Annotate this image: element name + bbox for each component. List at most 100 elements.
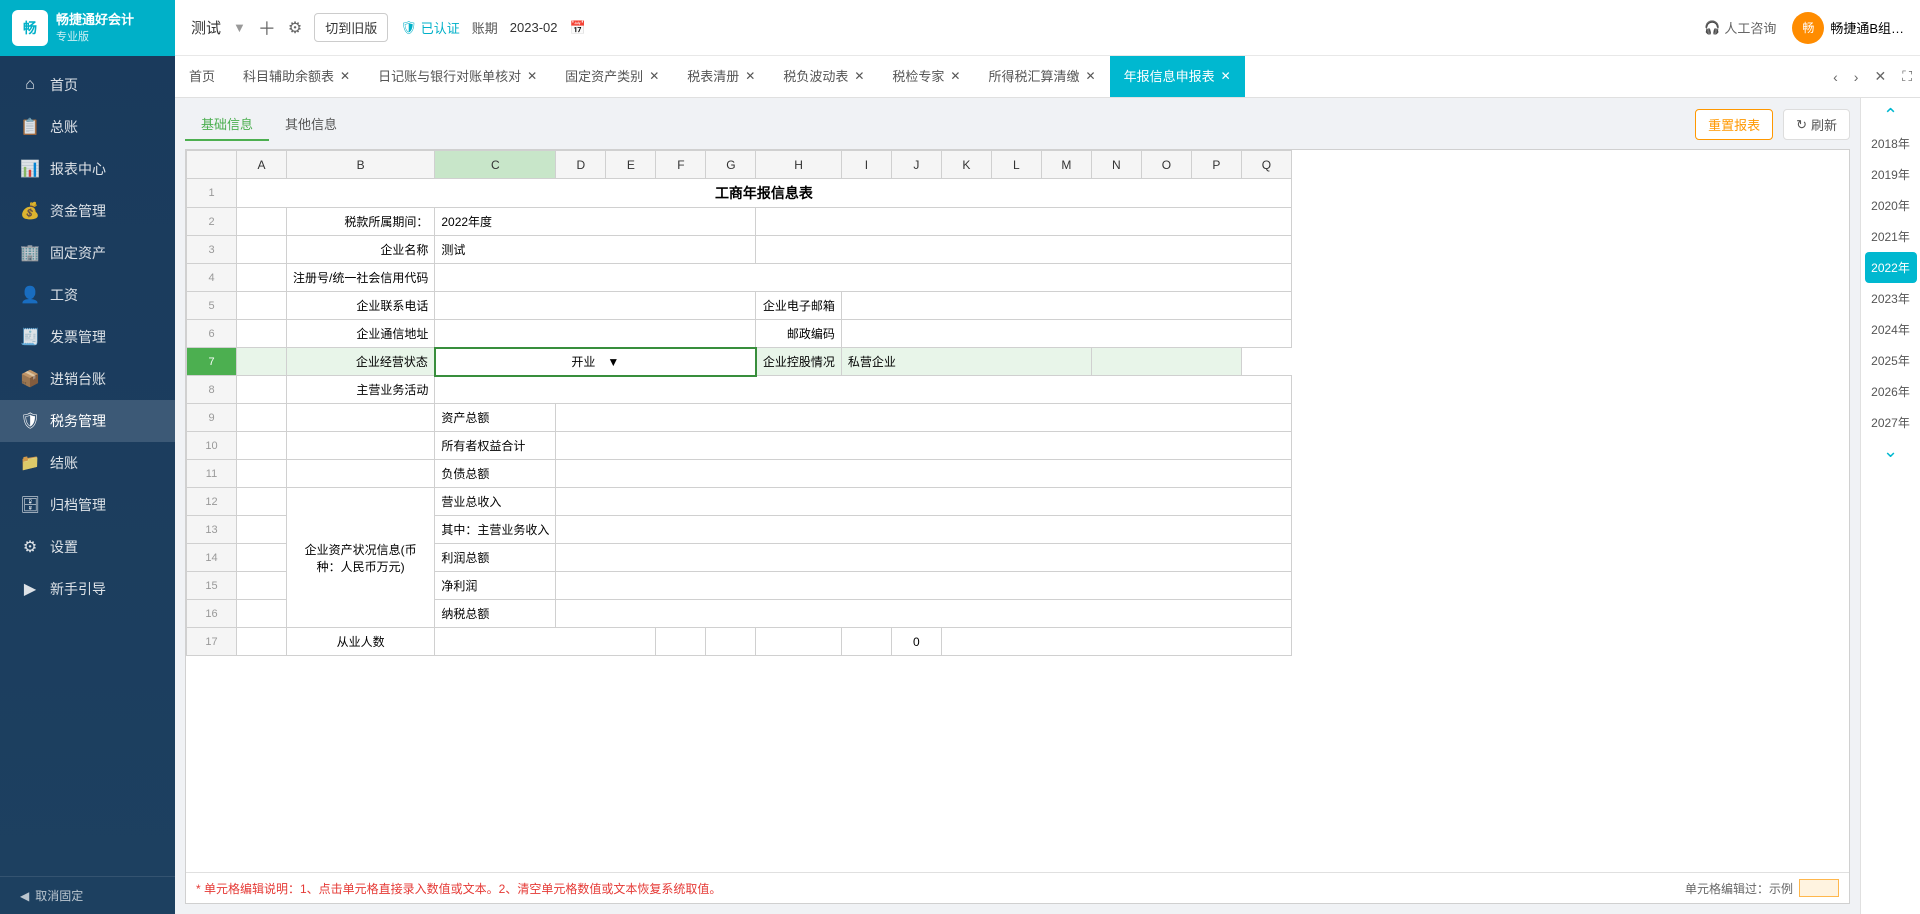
cell[interactable] <box>237 320 287 348</box>
cell-business-status[interactable]: 开业 ▼ <box>435 348 756 376</box>
calendar-icon[interactable]: 📅 <box>570 20 586 36</box>
cell[interactable]: 0 <box>891 628 941 656</box>
cell[interactable] <box>237 292 287 320</box>
cell[interactable] <box>756 236 1292 264</box>
tab-journal[interactable]: 日记账与银行对账单核对✕ <box>364 56 551 97</box>
cell[interactable] <box>237 348 287 376</box>
cell[interactable]: 所有者权益合计 <box>435 432 556 460</box>
tab-close-tax_wave[interactable]: ✕ <box>854 69 864 83</box>
cell[interactable]: 税款所属期间： <box>287 208 435 236</box>
year-item-2025[interactable]: 2025年 <box>1865 345 1917 376</box>
cell[interactable]: 净利润 <box>435 572 556 600</box>
cell[interactable]: 企业通信地址 <box>287 320 435 348</box>
cell[interactable] <box>237 432 287 460</box>
cell[interactable] <box>237 376 287 404</box>
sidebar-item-ledger[interactable]: 📋总账 <box>0 106 175 148</box>
year-item-2020[interactable]: 2020年 <box>1865 190 1917 221</box>
tab-close-journal[interactable]: ✕ <box>527 69 537 83</box>
year-item-2018[interactable]: 2018年 <box>1865 128 1917 159</box>
cell[interactable] <box>237 628 287 656</box>
sidebar-item-archive[interactable]: 🗄归档管理 <box>0 484 175 526</box>
cell[interactable]: 邮政编码 <box>756 320 842 348</box>
cell[interactable]: 营业总收入 <box>435 488 556 516</box>
tab-close-fixed_asset[interactable]: ✕ <box>649 69 659 83</box>
cell[interactable]: 从业人数 <box>287 628 435 656</box>
cell[interactable] <box>435 292 756 320</box>
sidebar-item-stock[interactable]: 📦进销台账 <box>0 358 175 400</box>
cell[interactable]: 测试 <box>435 236 756 264</box>
sidebar-item-tax[interactable]: 🛡税务管理 <box>0 400 175 442</box>
cell[interactable] <box>435 628 656 656</box>
cell[interactable] <box>941 628 1291 656</box>
tab-close-tax_form[interactable]: ✕ <box>745 69 755 83</box>
cell[interactable] <box>287 404 435 432</box>
consult-button[interactable]: 🎧 人工咨询 <box>1704 18 1776 37</box>
cell[interactable] <box>556 600 1292 628</box>
cell[interactable] <box>556 544 1292 572</box>
sidebar-item-home[interactable]: ⌂首页 <box>0 64 175 106</box>
cell[interactable] <box>237 544 287 572</box>
tab-close-aux_balance[interactable]: ✕ <box>340 69 350 83</box>
cell-title[interactable]: 工商年报信息表 <box>237 179 1292 208</box>
refresh-button[interactable]: ↻ 刷新 <box>1783 109 1850 140</box>
tab-fixed_asset[interactable]: 固定资产类别✕ <box>551 56 673 97</box>
tab-close-annual_report[interactable]: ✕ <box>1221 69 1231 83</box>
sidebar-item-report[interactable]: 📊报表中心 <box>0 148 175 190</box>
sidebar-item-guide[interactable]: ▶新手引导 <box>0 568 175 610</box>
cell[interactable] <box>237 488 287 516</box>
sidebar-item-asset[interactable]: 🏢固定资产 <box>0 232 175 274</box>
cell[interactable] <box>237 516 287 544</box>
year-item-2022[interactable]: 2022年 <box>1865 252 1917 283</box>
sheet-tab-basic[interactable]: 基础信息 <box>185 108 269 141</box>
year-item-2021[interactable]: 2021年 <box>1865 221 1917 252</box>
cell[interactable]: 企业名称 <box>287 236 435 264</box>
cell[interactable]: 资产总额 <box>435 404 556 432</box>
cell[interactable] <box>435 264 1292 292</box>
cell[interactable] <box>841 628 891 656</box>
sidebar-collapse-button[interactable]: ◀ 取消固定 <box>0 876 175 914</box>
tab-prev-button[interactable]: ‹ <box>1825 61 1846 93</box>
sheet-scroll-area[interactable]: ABCDEFGHIJKLMNOPQ 1工商年报信息表2税款所属期间：2022年度… <box>186 150 1849 872</box>
cell[interactable] <box>1091 348 1241 376</box>
settings-icon[interactable]: ⚙ <box>288 18 302 38</box>
cell[interactable] <box>237 460 287 488</box>
tab-tax_expert[interactable]: 税检专家✕ <box>878 56 974 97</box>
cell[interactable] <box>435 376 1292 404</box>
year-item-2023[interactable]: 2023年 <box>1865 283 1917 314</box>
year-scroll-down-button[interactable]: ⌄ <box>1879 438 1902 464</box>
cell[interactable] <box>706 628 756 656</box>
sheet-tab-other[interactable]: 其他信息 <box>269 108 353 141</box>
cell[interactable]: 纳税总额 <box>435 600 556 628</box>
cell[interactable] <box>287 432 435 460</box>
cell[interactable] <box>237 572 287 600</box>
cell[interactable] <box>556 432 1292 460</box>
cell[interactable]: 企业经营状态 <box>287 348 435 376</box>
cell[interactable] <box>756 208 1292 236</box>
sidebar-item-invoice[interactable]: 🧾发票管理 <box>0 316 175 358</box>
dropdown-arrow-icon[interactable]: ▼ <box>233 20 246 35</box>
tab-close-income_tax[interactable]: ✕ <box>1086 69 1096 83</box>
year-item-2024[interactable]: 2024年 <box>1865 314 1917 345</box>
cell[interactable] <box>656 628 706 656</box>
user-menu[interactable]: 畅 畅捷通B组… <box>1792 12 1904 44</box>
year-item-2027[interactable]: 2027年 <box>1865 407 1917 438</box>
cell[interactable]: 负债总额 <box>435 460 556 488</box>
add-tab-button[interactable]: ＋ <box>258 15 276 41</box>
cell[interactable]: 企业电子邮箱 <box>756 292 842 320</box>
sidebar-item-settings[interactable]: ⚙设置 <box>0 526 175 568</box>
cell[interactable] <box>237 264 287 292</box>
tab-aux_balance[interactable]: 科目辅助余额表✕ <box>229 56 364 97</box>
cell[interactable] <box>556 572 1292 600</box>
cell[interactable]: 企业控股情况 <box>756 348 842 376</box>
tab-tax_wave[interactable]: 税负波动表✕ <box>769 56 878 97</box>
cell[interactable] <box>556 460 1292 488</box>
tab-expand-button[interactable]: ⛶ <box>1894 60 1920 93</box>
tab-home[interactable]: 首页 <box>175 56 229 97</box>
reset-report-button[interactable]: 重置报表 <box>1695 109 1773 140</box>
cell[interactable] <box>237 208 287 236</box>
cell[interactable]: 其中：主营业务收入 <box>435 516 556 544</box>
switch-old-version-button[interactable]: 切到旧版 <box>314 13 388 42</box>
year-item-2026[interactable]: 2026年 <box>1865 376 1917 407</box>
cell[interactable]: 私营企业 <box>841 348 1091 376</box>
cell[interactable] <box>237 404 287 432</box>
